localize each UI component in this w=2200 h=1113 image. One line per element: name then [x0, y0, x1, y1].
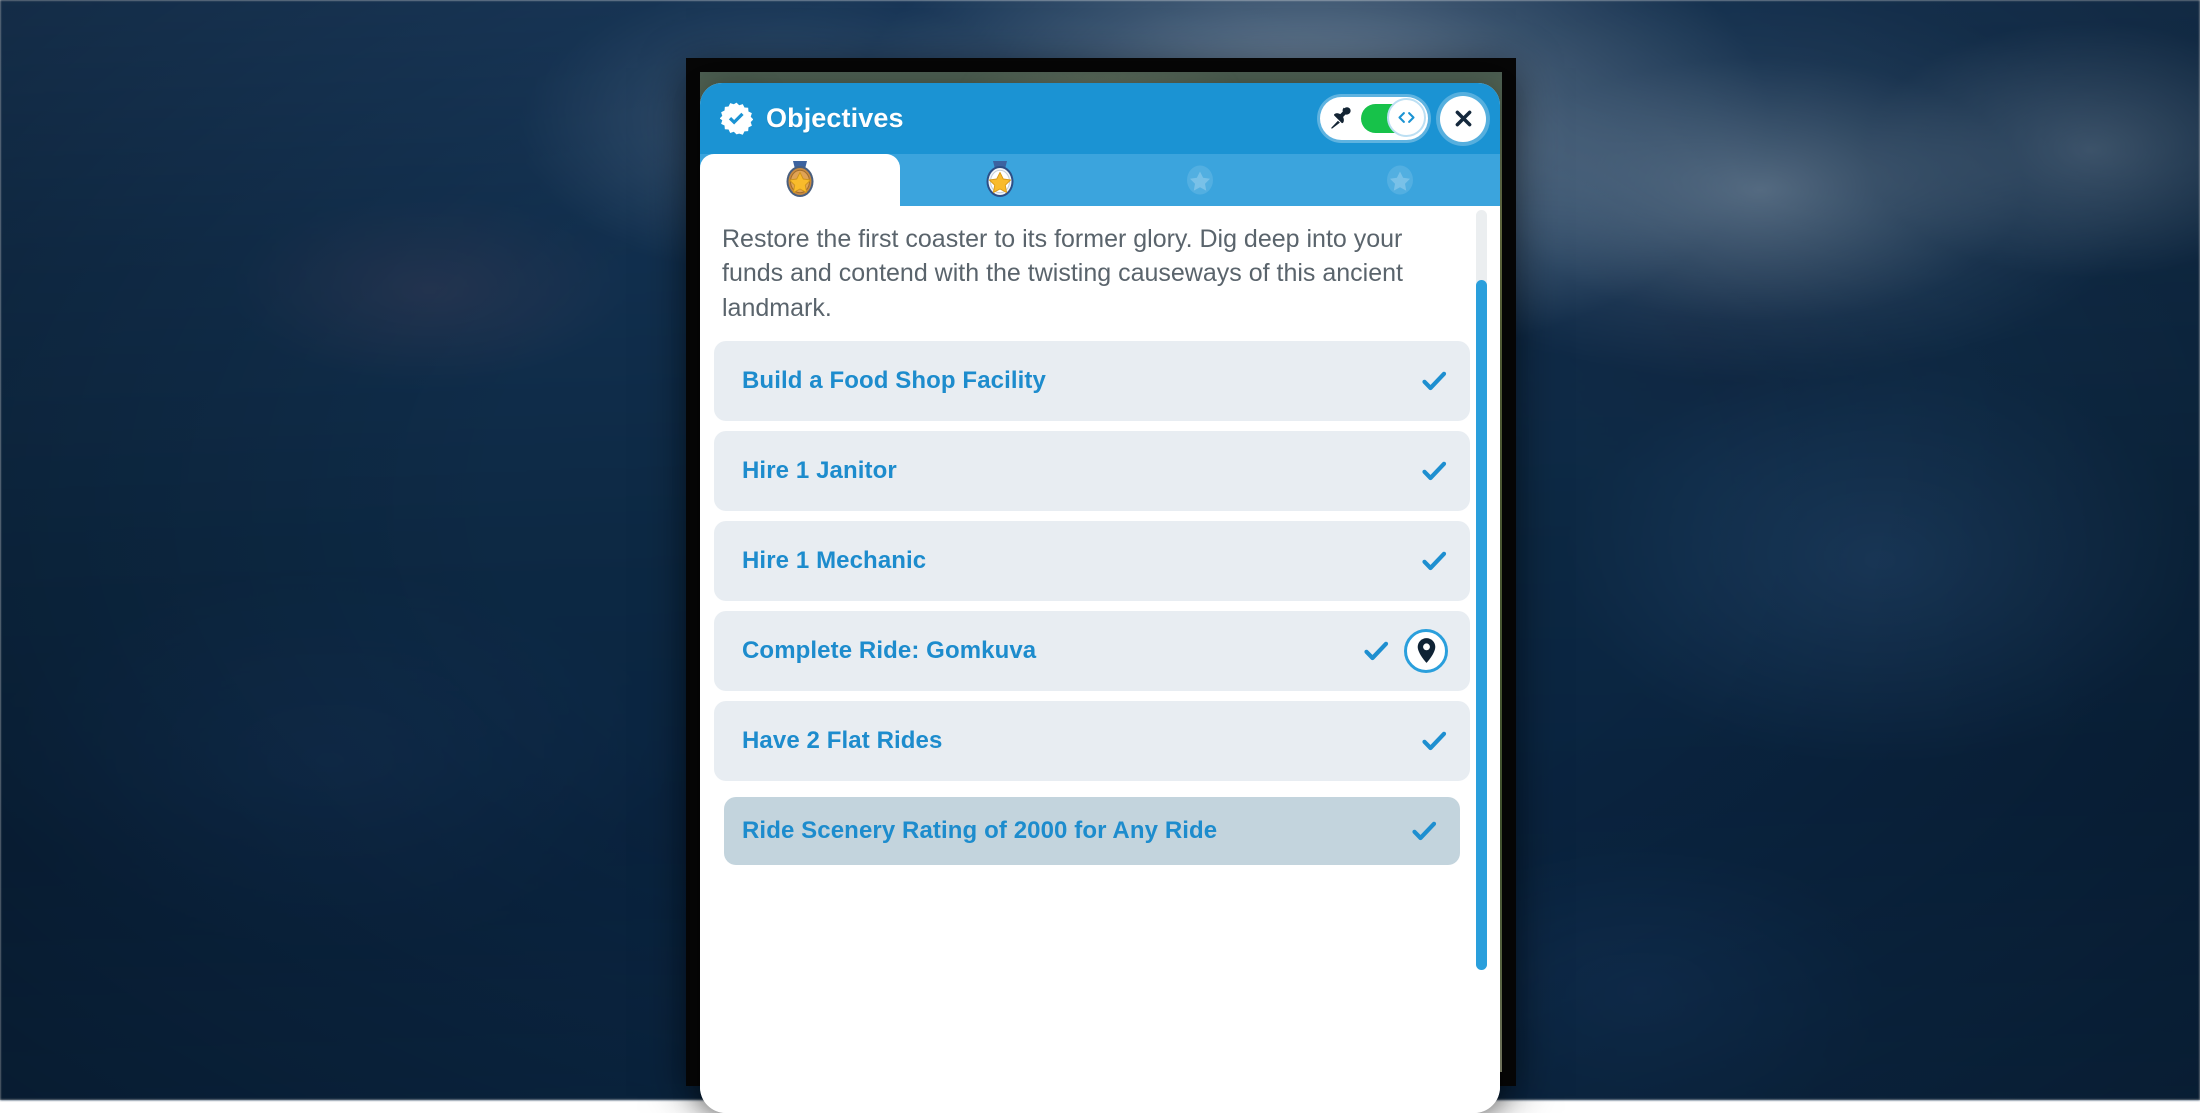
objective-status-icons — [1410, 817, 1438, 845]
objective-row[interactable]: Hire 1 Janitor — [714, 431, 1470, 511]
locked-star-icon — [1381, 159, 1419, 201]
tab-tier-2[interactable] — [900, 154, 1100, 206]
objective-row[interactable]: Hire 1 Mechanic — [714, 521, 1470, 601]
check-icon — [1420, 457, 1448, 485]
objective-label: Complete Ride: Gomkuva — [742, 637, 1362, 665]
objective-row[interactable]: Complete Ride: Gomkuva — [714, 611, 1470, 691]
bronze-star-medal-icon — [781, 159, 819, 201]
objective-label: Have 2 Flat Rides — [742, 727, 1420, 755]
seal-check-icon — [720, 102, 753, 135]
panel-header: Objectives — [700, 83, 1500, 154]
panel-title-group: Objectives — [720, 102, 904, 135]
objective-status-icons — [1362, 629, 1448, 673]
toggle-knob[interactable] — [1387, 98, 1426, 137]
code-arrows-icon — [1396, 107, 1417, 128]
objective-row[interactable]: Have 2 Flat Rides — [714, 701, 1470, 781]
check-icon — [1420, 367, 1448, 395]
silver-star-medal-icon — [981, 159, 1019, 201]
objective-status-icons — [1420, 457, 1448, 485]
page-title: Objectives — [766, 103, 904, 134]
check-icon — [1420, 547, 1448, 575]
close-x-icon — [1453, 108, 1474, 129]
tab-tier-1[interactable] — [700, 154, 900, 206]
objective-row[interactable]: Build a Food Shop Facility — [714, 341, 1470, 421]
close-button[interactable] — [1440, 96, 1486, 142]
check-icon — [1420, 727, 1448, 755]
panel-body: Restore the first coaster to its former … — [700, 206, 1500, 1113]
objective-label: Build a Food Shop Facility — [742, 367, 1420, 395]
check-icon — [1362, 637, 1390, 665]
tab-tier-3[interactable] — [1100, 154, 1300, 206]
objective-label: Ride Scenery Rating of 2000 for Any Ride — [742, 817, 1410, 845]
objective-status-icons — [1420, 727, 1448, 755]
locked-star-icon — [1181, 159, 1219, 201]
objective-brief-text: Restore the first coaster to its former … — [700, 206, 1500, 329]
objective-label: Hire 1 Janitor — [742, 457, 1420, 485]
pushpin-icon — [1329, 106, 1354, 131]
map-pin-icon — [1416, 638, 1437, 663]
objective-status-icons — [1420, 367, 1448, 395]
pin-toggle-switch[interactable] — [1320, 97, 1428, 140]
objective-tier-tabs — [700, 154, 1500, 206]
header-controls — [1320, 96, 1486, 142]
objective-status-icons — [1420, 547, 1448, 575]
objective-label: Hire 1 Mechanic — [742, 547, 1420, 575]
objectives-panel: Objectives — [700, 83, 1500, 1113]
objective-list: Build a Food Shop Facility Hire 1 Janitor… — [700, 329, 1500, 871]
tab-tier-4[interactable] — [1300, 154, 1500, 206]
check-icon — [1410, 817, 1438, 845]
locate-on-map-button[interactable] — [1404, 629, 1448, 673]
scrollbar-thumb[interactable] — [1476, 280, 1487, 970]
objective-row[interactable]: Ride Scenery Rating of 2000 for Any Ride — [714, 791, 1470, 871]
objective-row-inner: Ride Scenery Rating of 2000 for Any Ride — [724, 797, 1460, 865]
